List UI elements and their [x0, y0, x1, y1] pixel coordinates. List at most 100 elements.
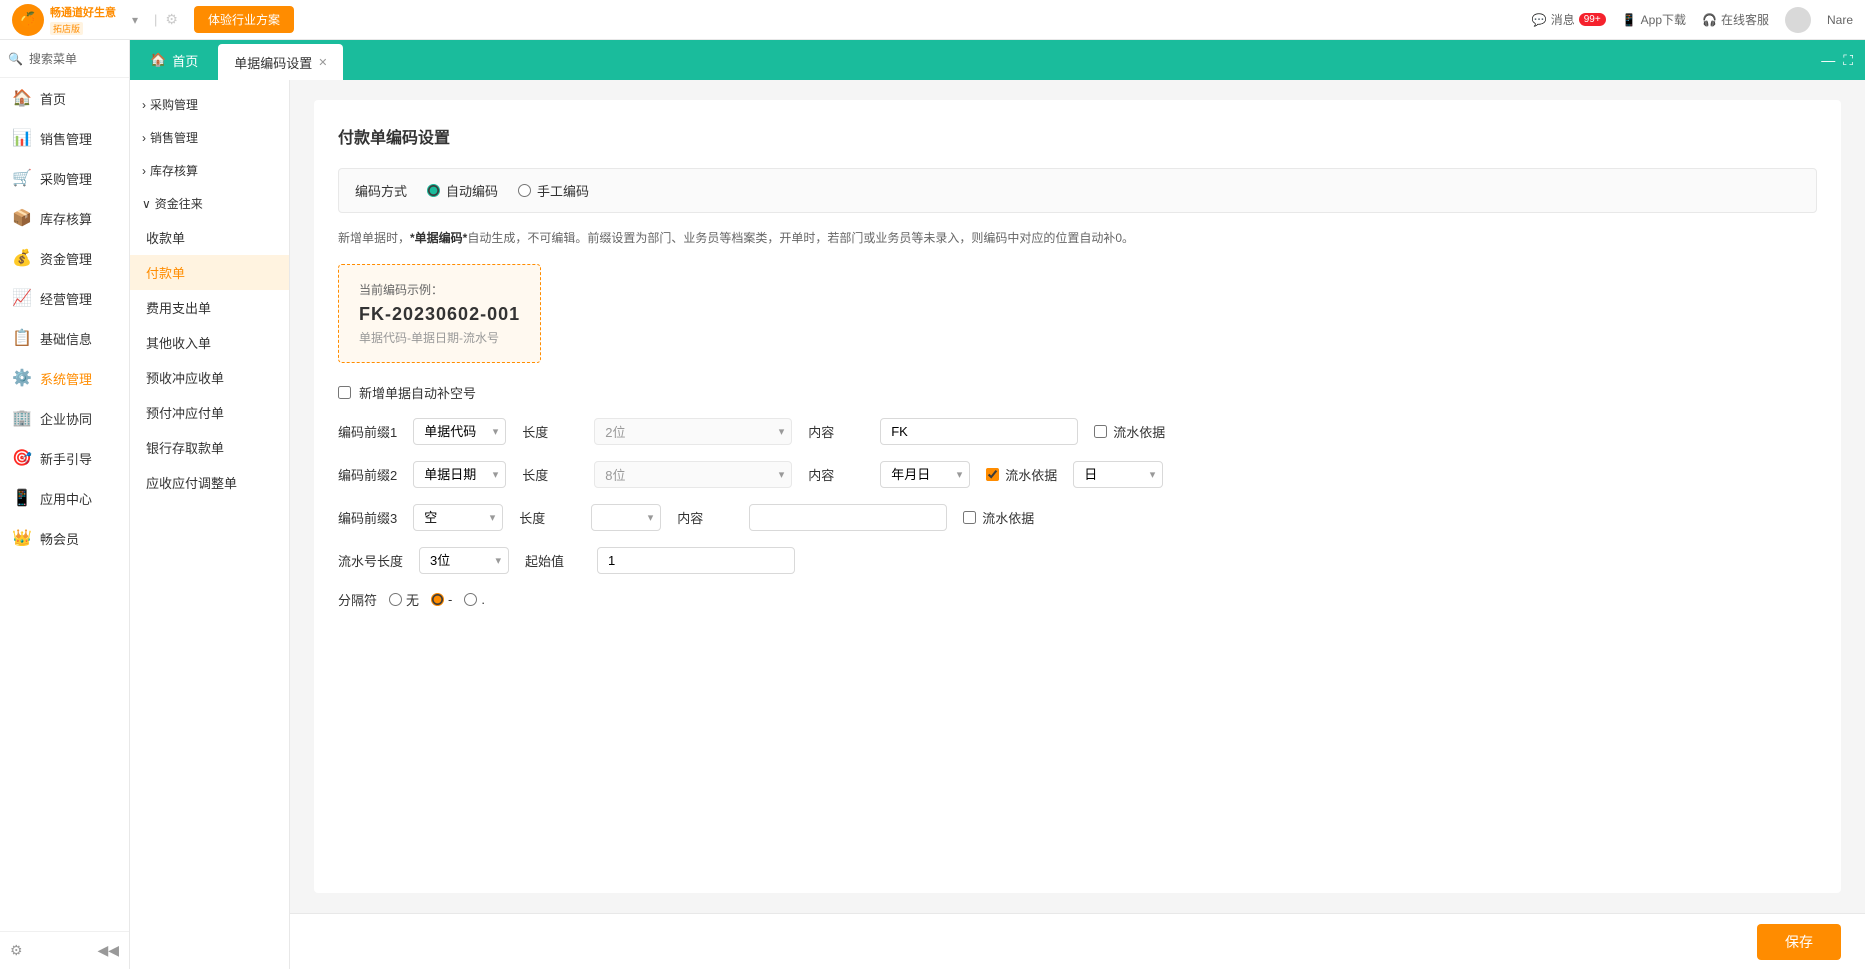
- prefix3-content-input[interactable]: [749, 504, 947, 531]
- prefix3-length-wrapper[interactable]: [591, 504, 661, 531]
- collapse-icon[interactable]: ◀◀: [97, 942, 119, 959]
- sub-item-prepay-collect[interactable]: 预收冲应收单: [130, 360, 289, 395]
- sidebar-item-home[interactable]: 🏠 首页: [0, 78, 129, 118]
- settings-bottom-icon[interactable]: ⚙: [10, 942, 23, 959]
- sub-item-expense[interactable]: 费用支出单: [130, 290, 289, 325]
- serial-start-input[interactable]: [597, 547, 795, 574]
- inventory-icon: 📦: [12, 208, 32, 228]
- separator-none-radio[interactable]: [389, 593, 402, 606]
- sub-group-stock[interactable]: › 库存核算: [130, 154, 289, 187]
- prefix1-select[interactable]: 单据代码: [413, 418, 506, 445]
- prefix2-content-wrapper[interactable]: 年月日: [880, 461, 970, 488]
- auto-encode-option[interactable]: 自动编码: [427, 181, 498, 200]
- sub-group-sales[interactable]: › 销售管理: [130, 121, 289, 154]
- prefix2-select[interactable]: 单据日期: [413, 461, 506, 488]
- sub-item-receivable-adjust[interactable]: 应收应付调整单: [130, 465, 289, 500]
- username: Nare: [1827, 13, 1853, 27]
- sub-item-prepay-pay[interactable]: 预付冲应付单: [130, 395, 289, 430]
- separator-row: 分隔符 无 - .: [338, 590, 1817, 609]
- purchase-icon: 🛒: [12, 168, 32, 188]
- top-bar-right: 💬 消息 99+ 📱 App下载 🎧 在线客服 Nare: [1532, 7, 1853, 33]
- tab-encoding[interactable]: 单据编码设置 ✕: [218, 44, 343, 80]
- tab-home[interactable]: 🏠 首页: [130, 40, 218, 80]
- prefix3-select-wrapper[interactable]: 空: [413, 504, 503, 531]
- sub-item-payment[interactable]: 付款单: [130, 255, 289, 290]
- manual-encode-option[interactable]: 手工编码: [518, 181, 589, 200]
- separator-dot-radio[interactable]: [464, 593, 477, 606]
- prefix1-serial-checkbox[interactable]: [1094, 425, 1107, 438]
- app-download-btn[interactable]: 📱 App下载: [1622, 11, 1686, 28]
- sidebar-item-inventory[interactable]: 📦 库存核算: [0, 198, 129, 238]
- sub-item-receipt[interactable]: 收款单: [130, 220, 289, 255]
- sidebar-item-appcenter[interactable]: 📱 应用中心: [0, 478, 129, 518]
- settings-icon[interactable]: ⚙: [165, 11, 178, 28]
- prefix1-label: 编码前缀1: [338, 422, 397, 441]
- sub-group-capital[interactable]: ∨ 资金往来: [130, 187, 289, 220]
- sidebar-item-purchase[interactable]: 🛒 采购管理: [0, 158, 129, 198]
- layout: 🔍 搜索菜单 🏠 首页 📊 销售管理 🛒 采购管理 📦 库存核算 💰 资金管理 …: [0, 0, 1865, 969]
- manual-encode-radio[interactable]: [518, 184, 531, 197]
- sidebar-item-system[interactable]: ⚙️ 系统管理: [0, 358, 129, 398]
- user-avatar[interactable]: [1785, 7, 1811, 33]
- prefix2-content-label: 内容: [808, 465, 864, 484]
- sub-group-purchase[interactable]: › 采购管理: [130, 88, 289, 121]
- sidebar-item-member[interactable]: 👑 畅会员: [0, 518, 129, 558]
- sidebar-item-newguide[interactable]: 🎯 新手引导: [0, 438, 129, 478]
- prefix1-length-label: 长度: [522, 422, 578, 441]
- search-menu[interactable]: 🔍 搜索菜单: [0, 40, 129, 78]
- tab-minimize-btn[interactable]: —: [1821, 52, 1835, 68]
- prefix2-period-select[interactable]: 日: [1073, 461, 1163, 488]
- bottom-bar: 保存: [290, 913, 1865, 969]
- prefix3-serial-row: 流水依据: [963, 508, 1034, 527]
- online-service-btn[interactable]: 🎧 在线客服: [1702, 11, 1769, 28]
- tab-bar: 🏠 首页 单据编码设置 ✕ — ⛶: [130, 40, 1865, 80]
- nav-dropdown[interactable]: ▾: [124, 9, 146, 31]
- arrow-right-icon: ›: [142, 98, 146, 112]
- separator-label: 分隔符: [338, 590, 377, 609]
- tab-maximize-btn[interactable]: ⛶: [1843, 52, 1853, 69]
- message-badge: 99+: [1579, 13, 1606, 26]
- phone-icon: 📱: [1622, 13, 1637, 27]
- serial-length-wrapper[interactable]: 3位: [419, 547, 509, 574]
- prefix2-length-input: [594, 461, 792, 488]
- sub-item-bank-deposit[interactable]: 银行存取款单: [130, 430, 289, 465]
- tab-bar-actions: — ⛶: [1809, 40, 1865, 80]
- prefix1-select-wrapper[interactable]: 单据代码: [413, 418, 506, 445]
- prefix3-length-select[interactable]: [591, 504, 661, 531]
- auto-fill-checkbox[interactable]: [338, 386, 351, 399]
- prefix3-content-label: 内容: [677, 508, 733, 527]
- auto-encode-radio[interactable]: [427, 184, 440, 197]
- newguide-icon: 🎯: [12, 448, 32, 468]
- sidebar-item-basic[interactable]: 📋 基础信息: [0, 318, 129, 358]
- prefix3-select[interactable]: 空: [413, 504, 503, 531]
- tab-close-icon[interactable]: ✕: [318, 56, 327, 69]
- arrow-right-icon2: ›: [142, 131, 146, 145]
- prefix2-period-wrapper[interactable]: 日: [1073, 461, 1163, 488]
- top-bar-left: 🍊 畅通道好生意 拓店版 ▾ | ⚙: [12, 4, 178, 36]
- sub-item-other-income[interactable]: 其他收入单: [130, 325, 289, 360]
- sidebar-item-capital[interactable]: 💰 资金管理: [0, 238, 129, 278]
- prefix2-serial-checkbox[interactable]: [986, 468, 999, 481]
- prefix1-content-label: 内容: [808, 422, 864, 441]
- prefix2-content-select[interactable]: 年月日: [880, 461, 970, 488]
- trial-btn[interactable]: 体验行业方案: [194, 6, 294, 33]
- page-card: 付款单编码设置 编码方式 自动编码 手工编码: [314, 100, 1841, 893]
- prefix2-select-wrapper[interactable]: 单据日期: [413, 461, 506, 488]
- enterprise-icon: 🏢: [12, 408, 32, 428]
- prefix1-length-input: [594, 418, 792, 445]
- save-button[interactable]: 保存: [1757, 924, 1841, 960]
- prefix3-serial-checkbox[interactable]: [963, 511, 976, 524]
- serial-length-select[interactable]: 3位: [419, 547, 509, 574]
- headset-icon: 🎧: [1702, 13, 1717, 27]
- message-btn[interactable]: 💬 消息 99+: [1532, 11, 1606, 28]
- separator-dash-option[interactable]: -: [431, 592, 452, 607]
- sidebar-item-sales[interactable]: 📊 销售管理: [0, 118, 129, 158]
- sidebar-bottom: ⚙ ◀◀: [0, 931, 129, 969]
- separator-dash-radio[interactable]: [431, 593, 444, 606]
- sidebar-item-enterprise[interactable]: 🏢 企业协同: [0, 398, 129, 438]
- prefix1-content-input[interactable]: [880, 418, 1078, 445]
- preview-value: FK-20230602-001: [359, 304, 520, 325]
- sidebar-item-operations[interactable]: 📈 经营管理: [0, 278, 129, 318]
- separator-none-option[interactable]: 无: [389, 590, 419, 609]
- separator-dot-option[interactable]: .: [464, 592, 485, 607]
